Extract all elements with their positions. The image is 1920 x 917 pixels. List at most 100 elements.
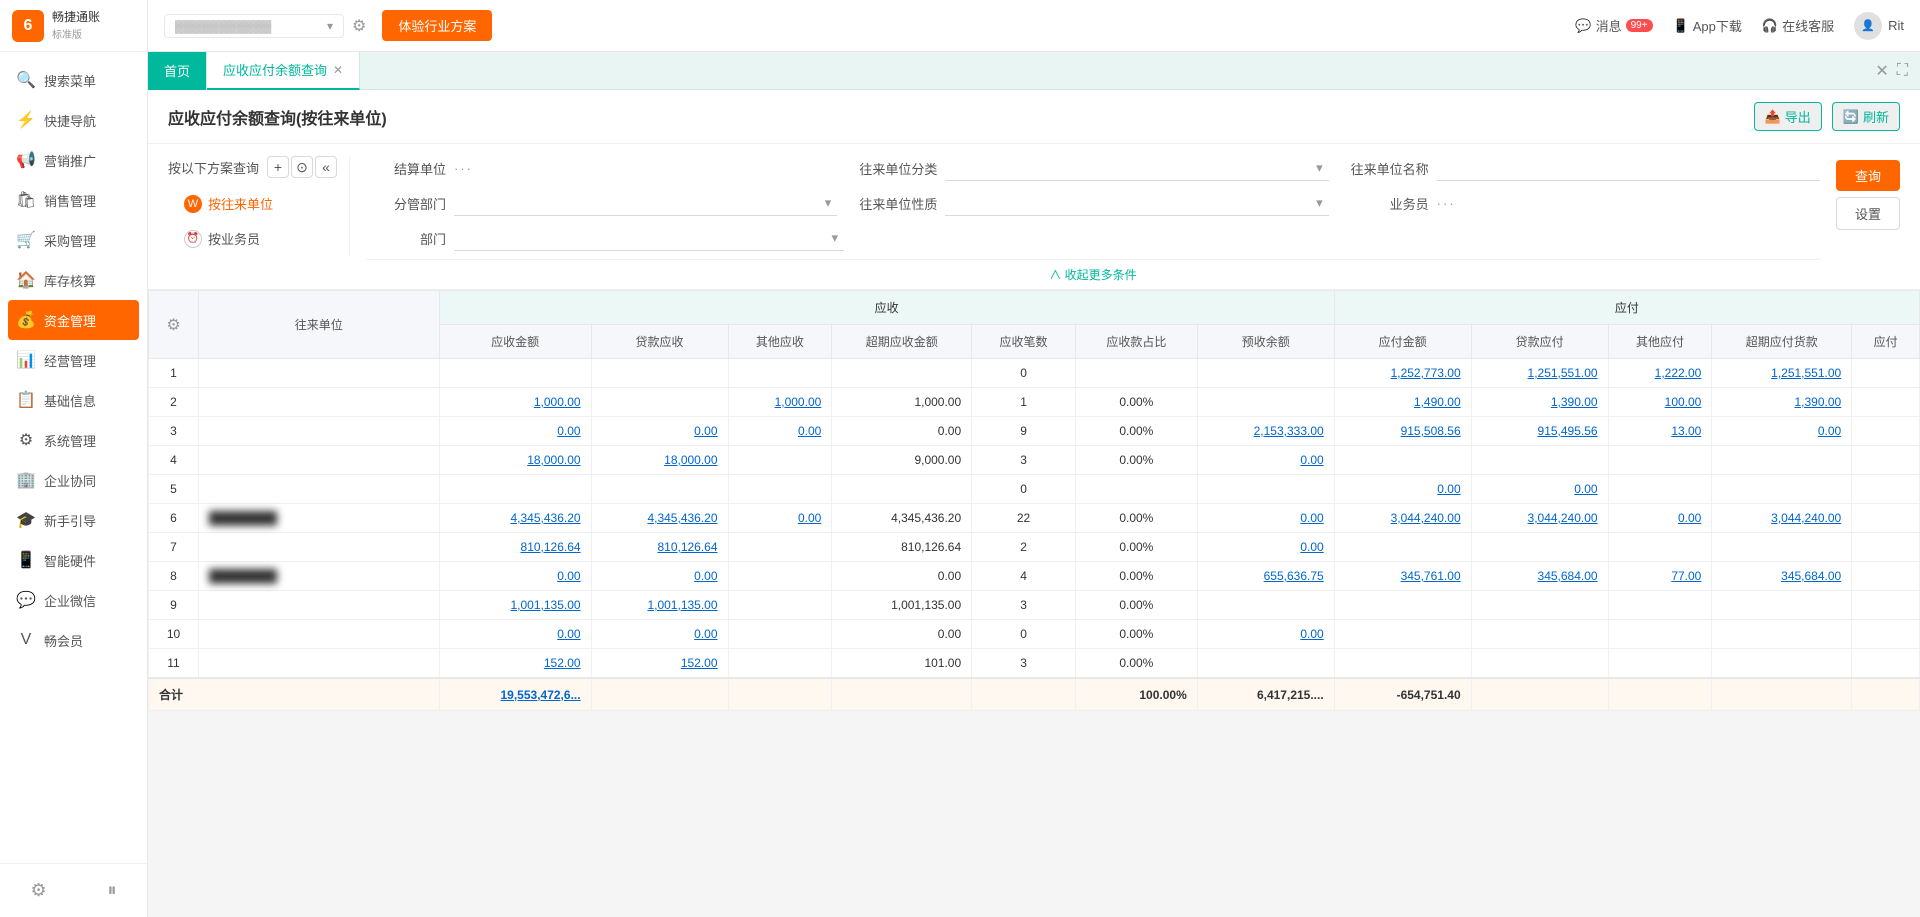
address-bar[interactable]: ▓▓▓▓▓▓▓▓▓▓▓ ▾	[164, 14, 344, 38]
sidebar-item-search-menu[interactable]: 🔍 搜索菜单	[0, 60, 147, 100]
table-cell[interactable]: 100.00	[1608, 388, 1712, 417]
tab-expand-icon[interactable]: ⛶	[1897, 62, 1908, 80]
table-cell[interactable]: 0.00	[1608, 504, 1712, 533]
branch-dept-select[interactable]: ▾	[454, 191, 837, 216]
table-cell[interactable]: 0.00	[591, 417, 728, 446]
table-cell[interactable]: 1,251,551.00	[1471, 359, 1608, 388]
scheme-by-partner[interactable]: W 按往来单位	[168, 186, 337, 221]
sidebar-settings-button[interactable]: ⚙	[14, 872, 62, 909]
table-cell[interactable]: 18,000.00	[439, 446, 591, 475]
table-cell[interactable]: 2,153,333.00	[1197, 417, 1334, 446]
table-cell[interactable]: 0.00	[439, 417, 591, 446]
table-cell[interactable]: 0.00	[1334, 475, 1471, 504]
table-cell[interactable]: 4,345,436.20	[591, 504, 728, 533]
sidebar-item-hardware[interactable]: 📱 智能硬件	[0, 540, 147, 580]
partner-nature-select[interactable]: ▾	[945, 191, 1328, 216]
footer-receivable-count	[972, 678, 1076, 711]
filter-settings-icon[interactable]: ⊙	[291, 156, 313, 178]
partner-name-input[interactable]	[1437, 157, 1820, 181]
sidebar-item-basic[interactable]: 📋 基础信息	[0, 380, 147, 420]
table-cell[interactable]: 1,252,773.00	[1334, 359, 1471, 388]
table-cell[interactable]: 810,126.64	[439, 533, 591, 562]
table-cell[interactable]: 915,508.56	[1334, 417, 1471, 446]
table-cell[interactable]: 1,000.00	[728, 388, 832, 417]
table-cell[interactable]: 1,490.00	[1334, 388, 1471, 417]
tab-home[interactable]: 首页	[148, 52, 207, 90]
collapse-more-conditions[interactable]: ∧ 收起更多条件	[366, 259, 1820, 289]
table-cell[interactable]: 1,222.00	[1608, 359, 1712, 388]
tab-close-all-icon[interactable]: ✕	[1875, 61, 1888, 81]
table-cell[interactable]: 1,390.00	[1712, 388, 1852, 417]
table-cell[interactable]: 0.00	[439, 562, 591, 591]
table-cell[interactable]: 345,684.00	[1712, 562, 1852, 591]
table-cell[interactable]: 18,000.00	[591, 446, 728, 475]
table-cell[interactable]: 0.00	[1712, 417, 1852, 446]
table-cell[interactable]: 0.00	[1197, 620, 1334, 649]
sidebar-collapse-button[interactable]: ⏸	[92, 872, 133, 909]
solution-button[interactable]: 体验行业方案	[382, 10, 492, 41]
table-cell[interactable]: 915,495.56	[1471, 417, 1608, 446]
table-cell[interactable]: 4,345,436.20	[439, 504, 591, 533]
partner-category-select[interactable]: ▾	[945, 156, 1328, 181]
salesperson-input[interactable]: ···	[1437, 196, 1456, 211]
footer-receivable-amount[interactable]: 19,553,472,6...	[439, 678, 591, 711]
table-cell[interactable]: 3,044,240.00	[1712, 504, 1852, 533]
table-cell[interactable]: 345,761.00	[1334, 562, 1471, 591]
query-button[interactable]: 查询	[1836, 160, 1900, 191]
scheme-by-salesperson[interactable]: ⏰ 按业务员	[168, 221, 337, 256]
sidebar-item-sales[interactable]: 🛍 销售管理	[0, 180, 147, 220]
table-cell[interactable]: 0.00	[1197, 533, 1334, 562]
settings-icon[interactable]: ⚙	[352, 16, 366, 36]
table-cell[interactable]: 0.00	[439, 620, 591, 649]
dept-select[interactable]: ▾	[454, 226, 844, 251]
message-label: 消息	[1596, 16, 1622, 35]
customer-service-button[interactable]: 🎧 在线客服	[1762, 16, 1834, 35]
table-cell[interactable]: 0.00	[1197, 504, 1334, 533]
table-cell[interactable]: 1,001,135.00	[591, 591, 728, 620]
table-cell[interactable]: 3,044,240.00	[1471, 504, 1608, 533]
table-cell[interactable]: 13.00	[1608, 417, 1712, 446]
table-cell[interactable]: 77.00	[1608, 562, 1712, 591]
table-cell[interactable]: 655,636.75	[1197, 562, 1334, 591]
table-cell[interactable]: 3,044,240.00	[1334, 504, 1471, 533]
table-cell[interactable]: 0.00	[591, 620, 728, 649]
sidebar-item-purchase[interactable]: 🛒 采购管理	[0, 220, 147, 260]
tab-close-icon[interactable]: ✕	[333, 63, 343, 77]
table-cell[interactable]: 1,251,551.00	[1712, 359, 1852, 388]
set-button[interactable]: 设置	[1836, 197, 1900, 230]
export-button[interactable]: 📤 导出	[1754, 102, 1822, 131]
table-cell: ████████	[199, 562, 440, 591]
sidebar-item-inventory[interactable]: 🏠 库存核算	[0, 260, 147, 300]
table-cell[interactable]: 0.00	[728, 417, 832, 446]
sidebar-item-weixin[interactable]: 💬 企业微信	[0, 580, 147, 620]
refresh-button[interactable]: 🔄 刷新	[1832, 102, 1900, 131]
table-cell[interactable]: 0.00	[1197, 446, 1334, 475]
filter-add-button[interactable]: +	[267, 156, 289, 178]
sidebar-item-operation[interactable]: 📊 经营管理	[0, 340, 147, 380]
table-cell[interactable]: 810,126.64	[591, 533, 728, 562]
table-cell[interactable]: 345,684.00	[1471, 562, 1608, 591]
table-cell[interactable]: 152.00	[591, 649, 728, 679]
table-cell[interactable]: 1,001,135.00	[439, 591, 591, 620]
table-cell[interactable]: 152.00	[439, 649, 591, 679]
app-download-button[interactable]: 📱 App下载	[1673, 16, 1742, 35]
table-cell[interactable]: 0.00	[591, 562, 728, 591]
settlement-unit-input[interactable]: ···	[454, 161, 473, 176]
sidebar-item-corp[interactable]: 🏢 企业协同	[0, 460, 147, 500]
filter-collapse-icon[interactable]: «	[315, 156, 337, 178]
table-cell[interactable]: 0.00	[1471, 475, 1608, 504]
sidebar-item-system[interactable]: ⚙ 系统管理	[0, 420, 147, 460]
sidebar-item-quick-nav[interactable]: ⚡ 快捷导航	[0, 100, 147, 140]
table-cell[interactable]: 0.00	[728, 504, 832, 533]
table-cell[interactable]: 1,390.00	[1471, 388, 1608, 417]
sidebar-item-marketing[interactable]: 📢 营销推广	[0, 140, 147, 180]
message-button[interactable]: 💬 消息 99+	[1575, 16, 1652, 35]
table-cell[interactable]: 1,000.00	[439, 388, 591, 417]
table-settings-icon[interactable]: ⚙	[166, 317, 180, 334]
tab-receivable[interactable]: 应收应付余额查询 ✕	[207, 52, 360, 90]
footer-overdue-payable	[1712, 678, 1852, 711]
sidebar-item-vip[interactable]: V 畅会员	[0, 620, 147, 660]
sidebar-item-capital[interactable]: 💰 资金管理	[8, 300, 139, 340]
user-menu[interactable]: 👤 Rit	[1854, 12, 1904, 40]
sidebar-item-guide[interactable]: 🎓 新手引导	[0, 500, 147, 540]
